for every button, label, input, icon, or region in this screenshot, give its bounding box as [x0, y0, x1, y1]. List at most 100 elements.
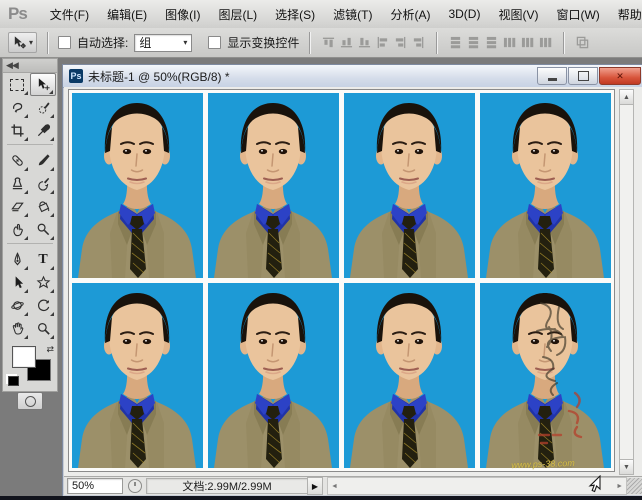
distribute-top-icon[interactable]: [447, 35, 463, 51]
close-button[interactable]: ✕: [599, 67, 641, 85]
healing-brush-tool[interactable]: [4, 149, 30, 172]
menu-layer[interactable]: 图层(L): [209, 2, 266, 27]
foreground-color-swatch[interactable]: [12, 346, 36, 368]
menu-analysis[interactable]: 分析(A): [381, 2, 439, 27]
eraser-icon: [10, 199, 25, 214]
align-bottom-icon[interactable]: [356, 35, 372, 51]
move-tool[interactable]: [30, 73, 56, 96]
vertical-scrollbar[interactable]: ▲ ▼: [619, 89, 634, 475]
zoom-level-field[interactable]: 50%: [67, 478, 123, 494]
distribute-left-icon[interactable]: [501, 35, 517, 51]
id-photo: [480, 283, 611, 468]
paint-bucket-icon: [36, 199, 51, 214]
pen-icon: [10, 252, 25, 267]
crop-icon: [10, 123, 25, 138]
mouse-cursor: [588, 475, 605, 498]
rect-marquee-tool[interactable]: [4, 73, 30, 96]
minimize-icon: [548, 78, 557, 81]
preset-caret-icon: ▾: [29, 38, 33, 47]
auto-select-checkbox[interactable]: [58, 36, 71, 49]
show-transform-checkbox[interactable]: [208, 36, 221, 49]
distribute-right-icon[interactable]: [537, 35, 553, 51]
photoshop-logo: Ps: [8, 4, 27, 24]
dodge-icon: [36, 222, 51, 237]
tool-options-bar: ▾ 自动选择: 组 ▾ 显示变换控件: [0, 28, 642, 58]
show-transform-label: 显示变换控件: [227, 34, 299, 51]
menu-window[interactable]: 窗口(W): [547, 2, 608, 27]
paint-bucket-tool[interactable]: [30, 195, 56, 218]
3d-orbit-tool[interactable]: [30, 294, 56, 317]
scroll-down-icon[interactable]: ▼: [620, 459, 633, 474]
horizontal-scrollbar[interactable]: ◄ ►: [327, 477, 627, 495]
distribute-bottom-icon[interactable]: [483, 35, 499, 51]
hand-tool[interactable]: [4, 317, 30, 340]
distribute-buttons-group: [447, 35, 553, 51]
scroll-up-icon[interactable]: ▲: [620, 90, 633, 105]
zoom-icon: [36, 321, 51, 336]
menu-select[interactable]: 选择(S): [266, 2, 324, 27]
auto-select-dropdown[interactable]: 组 ▾: [134, 34, 192, 52]
id-photo: [344, 93, 475, 278]
type-icon: T: [38, 252, 47, 268]
pen-tool[interactable]: [4, 248, 30, 271]
auto-select-label: 自动选择:: [77, 34, 128, 51]
align-vcenter-icon[interactable]: [338, 35, 354, 51]
menu-help[interactable]: 帮助(H): [609, 2, 642, 27]
id-photo: [208, 283, 339, 468]
default-colors-icon[interactable]: [8, 376, 19, 386]
align-right-icon[interactable]: [410, 35, 426, 51]
quick-mask-button[interactable]: [17, 392, 43, 410]
quick-selection-tool[interactable]: [30, 96, 56, 119]
timer-icon: [128, 479, 142, 493]
document-titlebar[interactable]: Ps 未标题-1 @ 50%(RGB/8) * ✕: [63, 65, 642, 88]
clone-stamp-tool[interactable]: [4, 172, 30, 195]
toolbox-collapse-button[interactable]: ◀◀: [3, 59, 57, 73]
custom-shape-tool[interactable]: [30, 271, 56, 294]
maximize-button[interactable]: [568, 67, 598, 85]
lasso-icon: [10, 100, 25, 115]
align-hcenter-icon[interactable]: [392, 35, 408, 51]
zoom-tool[interactable]: [30, 317, 56, 340]
path-selection-icon: [10, 275, 25, 290]
dodge-tool[interactable]: [30, 218, 56, 241]
marquee-icon: [10, 79, 24, 91]
menu-view[interactable]: 视图(V): [489, 2, 547, 27]
type-tool[interactable]: T: [30, 248, 56, 271]
brush-tool[interactable]: [30, 149, 56, 172]
options-separator: [436, 32, 437, 54]
move-tool-preset[interactable]: ▾: [8, 32, 37, 53]
photo-grid: [68, 89, 615, 472]
align-left-icon[interactable]: [374, 35, 390, 51]
3d-rotate-tool[interactable]: [4, 294, 30, 317]
auto-align-layers-icon[interactable]: [574, 35, 590, 51]
menu-file[interactable]: 文件(F): [41, 2, 98, 27]
align-top-icon[interactable]: [320, 35, 336, 51]
menu-image[interactable]: 图像(I): [156, 2, 209, 27]
menu-edit[interactable]: 编辑(E): [98, 2, 156, 27]
distribute-vcenter-icon[interactable]: [465, 35, 481, 51]
crop-tool[interactable]: [4, 119, 30, 142]
3d-orbit-icon: [36, 298, 51, 313]
eraser-tool[interactable]: [4, 195, 30, 218]
smudge-icon: [10, 222, 25, 237]
eyedropper-tool[interactable]: [30, 119, 56, 142]
lasso-tool[interactable]: [4, 96, 30, 119]
menu-filter[interactable]: 滤镜(T): [324, 2, 381, 27]
path-selection-tool[interactable]: [4, 271, 30, 294]
scroll-left-icon[interactable]: ◄: [328, 483, 341, 490]
status-popup-button[interactable]: ▶: [307, 477, 323, 495]
distribute-hcenter-icon[interactable]: [519, 35, 535, 51]
history-brush-tool[interactable]: [30, 172, 56, 195]
menu-3d[interactable]: 3D(D): [439, 3, 489, 25]
document-size-field: 文档:2.99M/2.99M: [146, 478, 307, 494]
maximize-icon: [578, 71, 589, 81]
hand-icon: [10, 321, 25, 336]
smudge-tool[interactable]: [4, 218, 30, 241]
minimize-button[interactable]: [537, 67, 567, 85]
bottom-window-edge: [0, 496, 642, 500]
dropdown-caret-icon: ▾: [183, 38, 187, 47]
resize-grip[interactable]: [627, 478, 642, 494]
color-swatches: ⇄: [3, 344, 57, 386]
swap-colors-icon[interactable]: ⇄: [46, 344, 54, 355]
scroll-right-icon[interactable]: ►: [613, 483, 626, 490]
